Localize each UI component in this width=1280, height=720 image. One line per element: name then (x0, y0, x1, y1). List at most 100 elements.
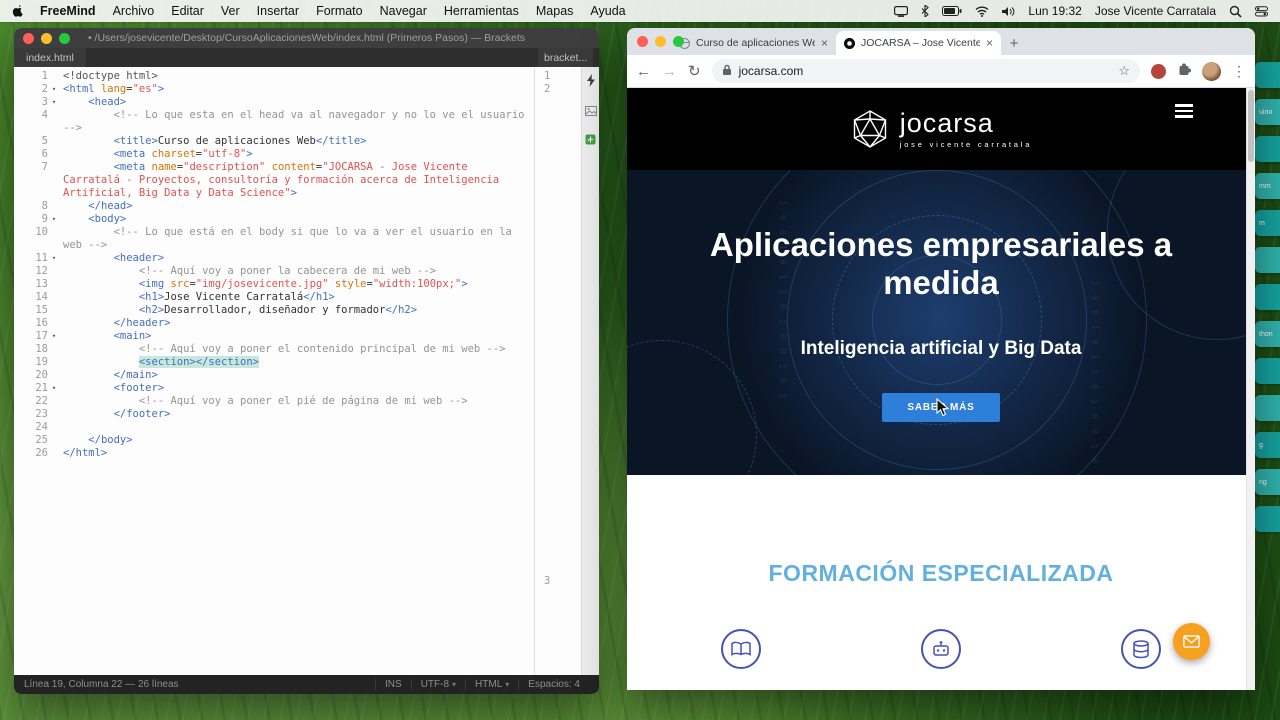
background-tile[interactable] (1255, 247, 1280, 273)
code-line[interactable]: 13 <img src="img/josevicente.jpg" style=… (14, 278, 534, 291)
code-line[interactable]: 11 ▾ <header> (14, 252, 534, 265)
volume-icon[interactable] (1002, 6, 1015, 17)
robot-icon[interactable] (921, 629, 961, 669)
address-bar[interactable]: jocarsa.com ☆ (711, 59, 1140, 83)
background-window-edge[interactable]: uino mm m thon g ng (1255, 62, 1280, 532)
browser-tab[interactable]: JOCARSA – Jose Vicente Carr... × (836, 31, 1001, 55)
scrollbar-thumb[interactable] (1248, 90, 1254, 162)
encoding-select[interactable]: UTF-8 (410, 679, 465, 690)
code-line[interactable]: 15 <h2>Desarrollador, diseñador y formad… (14, 304, 534, 317)
second-editor-pane[interactable]: 1 2 3 (534, 67, 581, 675)
fold-arrow-icon[interactable]: ▾ (48, 330, 60, 343)
browser-menu-icon[interactable]: ⋮ (1232, 63, 1246, 80)
menu-archivo[interactable]: Archivo (113, 4, 155, 18)
close-window-button[interactable] (637, 36, 648, 47)
fold-arrow-icon[interactable]: ▾ (48, 83, 60, 96)
fold-arrow-icon[interactable]: ▾ (48, 252, 60, 265)
apple-menu-icon[interactable] (12, 4, 24, 18)
code-line[interactable]: 17 ▾ <main> (14, 330, 534, 343)
display-icon[interactable] (894, 5, 909, 17)
code-line[interactable]: 5 <title>Curso de aplicaciones Web</titl… (14, 135, 534, 148)
extensions-puzzle-icon[interactable] (1177, 62, 1191, 81)
code-line[interactable]: 7 <meta name="description" content="JOCA… (14, 161, 534, 200)
git-icon[interactable] (585, 132, 596, 150)
background-tile[interactable] (1255, 62, 1280, 88)
background-tile[interactable] (1255, 284, 1280, 310)
background-tile[interactable]: mm (1255, 173, 1280, 199)
code-line[interactable]: 23 </footer> (14, 408, 534, 421)
menu-ver[interactable]: Ver (221, 4, 240, 18)
background-tile[interactable] (1255, 395, 1280, 421)
code-line[interactable]: 25 </body> (14, 434, 534, 447)
fold-arrow-icon[interactable]: ▾ (48, 96, 60, 109)
close-window-button[interactable] (23, 32, 34, 44)
code-line[interactable]: 3 ▾ <head> (14, 96, 534, 109)
minimize-window-button[interactable] (41, 32, 52, 44)
reload-button[interactable]: ↻ (688, 64, 701, 79)
menu-navegar[interactable]: Navegar (380, 4, 427, 18)
background-tile[interactable] (1255, 358, 1280, 384)
menu-formato[interactable]: Formato (316, 4, 363, 18)
new-tab-button[interactable]: + (1001, 31, 1027, 55)
image-preview-icon[interactable] (584, 103, 597, 121)
background-tile[interactable] (1255, 136, 1280, 162)
code-line[interactable]: 16 </header> (14, 317, 534, 330)
code-line[interactable]: 10 <!-- Lo que está en el body si que lo… (14, 226, 534, 252)
hamburger-menu-icon[interactable] (1175, 104, 1193, 118)
code-line[interactable]: 6 <meta charset="utf-8"> (14, 148, 534, 161)
brackets-title-bar[interactable]: • /Users/josevicente/Desktop/CursoAplica… (14, 28, 599, 48)
database-icon[interactable] (1121, 629, 1161, 669)
back-button[interactable]: ← (636, 64, 651, 79)
code-line[interactable]: 18 <!-- Aquí voy a poner el contenido pr… (14, 343, 534, 356)
code-line[interactable]: 12 <!-- Aquí voy a poner la cabecera de … (14, 265, 534, 278)
battery-icon[interactable] (942, 6, 962, 16)
menu-ayuda[interactable]: Ayuda (590, 4, 625, 18)
file-tab-index-html[interactable]: index.html (14, 48, 86, 67)
control-center-icon[interactable] (1255, 5, 1268, 17)
wifi-icon[interactable] (975, 6, 989, 17)
code-line[interactable]: 8 </head> (14, 200, 534, 213)
menu-editar[interactable]: Editar (171, 4, 204, 18)
lock-icon[interactable] (722, 64, 732, 79)
menu-herramientas[interactable]: Herramientas (444, 4, 519, 18)
open-book-icon[interactable] (721, 629, 761, 669)
code-line[interactable]: 26 </html> (14, 447, 534, 460)
background-tile[interactable]: g (1255, 432, 1280, 458)
background-tile[interactable]: thon (1255, 321, 1280, 347)
code-line[interactable]: 4 <!-- Lo que esta en el head va al nave… (14, 109, 534, 135)
code-line[interactable]: 20 </main> (14, 369, 534, 382)
fold-arrow-icon[interactable]: ▾ (48, 213, 60, 226)
bookmark-star-icon[interactable]: ☆ (1118, 63, 1130, 79)
contact-fab[interactable] (1173, 623, 1210, 660)
code-line[interactable]: 24 (14, 421, 534, 434)
menu-freemind[interactable]: FreeMind (40, 4, 96, 18)
extension-icon-red[interactable] (1151, 63, 1166, 79)
code-line[interactable]: 1 <!doctype html> (14, 70, 534, 83)
page-scrollbar[interactable] (1246, 88, 1255, 690)
extension-manager-icon[interactable] (586, 74, 596, 92)
background-tile[interactable]: ng (1255, 469, 1280, 495)
background-tile[interactable]: m (1255, 210, 1280, 236)
code-line[interactable]: 21 ▾ <footer> (14, 382, 534, 395)
insert-mode-toggle[interactable]: INS (375, 679, 411, 690)
menu-bar-user[interactable]: Jose Vicente Carratala (1095, 4, 1216, 18)
background-tile[interactable] (1255, 506, 1280, 532)
menu-bar-clock[interactable]: Lun 19:32 (1028, 4, 1081, 18)
background-tile[interactable]: uino (1255, 99, 1280, 125)
code-line[interactable]: 9 ▾ <body> (14, 213, 534, 226)
search-icon[interactable] (1229, 5, 1242, 18)
indent-setting[interactable]: Espacios: 4 (518, 679, 589, 690)
forward-button[interactable]: → (662, 64, 677, 79)
browser-tab[interactable]: Curso de aplicaciones Web × (671, 31, 836, 55)
menu-mapas[interactable]: Mapas (536, 4, 574, 18)
jocarsa-logo[interactable]: jocarsa jose vicente carratala (850, 109, 1032, 149)
bluetooth-icon[interactable] (921, 5, 930, 17)
tab-close-icon[interactable]: × (821, 37, 828, 49)
minimize-window-button[interactable] (655, 36, 666, 47)
language-select[interactable]: HTML (465, 679, 518, 690)
code-line[interactable]: 2 ▾ <html lang="es"> (14, 83, 534, 96)
file-tab-bracket[interactable]: bracket... (538, 48, 594, 67)
menu-insertar[interactable]: Insertar (257, 4, 299, 18)
code-line[interactable]: 19 <section></section> (14, 356, 534, 369)
fold-arrow-icon[interactable]: ▾ (48, 382, 60, 395)
